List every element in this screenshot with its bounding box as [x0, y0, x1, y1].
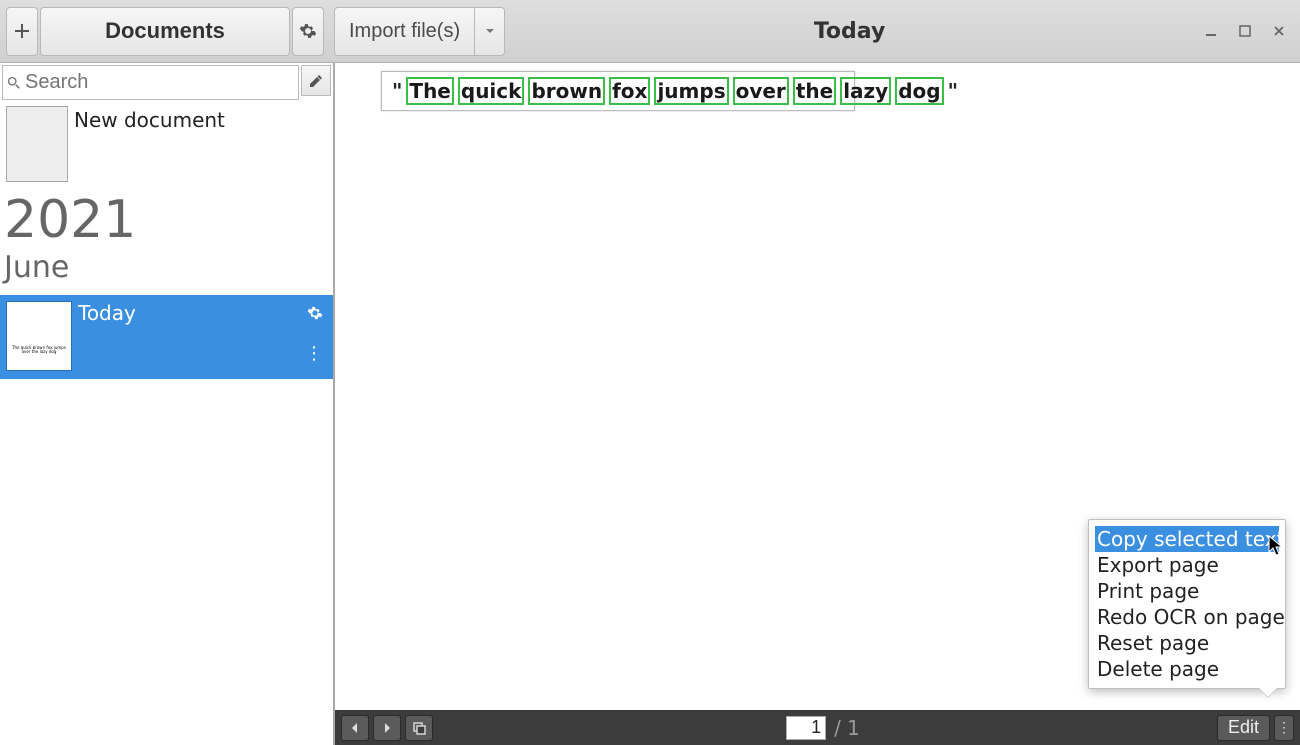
context-menu-item[interactable]: Print page — [1095, 578, 1279, 604]
document-thumb-text: The quick brown fox jumps over the lazy … — [7, 346, 71, 354]
duplicate-page-button[interactable] — [405, 715, 433, 741]
titlebar: Documents Import file(s) Today — [0, 0, 1300, 63]
page-more-button[interactable]: ⋮ — [1274, 715, 1294, 741]
document-thumb: The quick brown fox jumps over the lazy … — [6, 301, 72, 371]
quote-close: " — [948, 79, 958, 103]
import-files-button[interactable]: Import file(s) — [334, 7, 475, 56]
ocr-word[interactable]: quick — [458, 77, 525, 105]
ocr-word[interactable]: jumps — [654, 77, 728, 105]
new-document-button[interactable] — [6, 7, 38, 56]
window-title: Today — [505, 19, 1194, 44]
documents-settings-button[interactable] — [292, 7, 324, 56]
kebab-icon: ⋮ — [1277, 719, 1291, 736]
document-settings-button[interactable] — [307, 305, 323, 321]
window-title-text: Today — [814, 19, 885, 44]
new-document-thumb — [6, 106, 68, 182]
prev-page-button[interactable] — [341, 715, 369, 741]
maximize-icon — [1239, 25, 1251, 37]
sidebar-year: 2021 — [0, 182, 333, 250]
arrow-right-icon — [381, 722, 393, 734]
chevron-down-icon — [484, 25, 496, 37]
edit-label: Edit — [1228, 717, 1259, 738]
search-input[interactable] — [25, 71, 298, 94]
ocr-word[interactable]: The — [406, 77, 453, 105]
main-viewer: "Thequickbrownfoxjumpsoverthelazydog" Co… — [335, 63, 1300, 745]
sidebar: New document 2021 June The quick brown f… — [0, 63, 335, 745]
window-close-button[interactable] — [1262, 14, 1296, 48]
ocr-word[interactable]: over — [733, 77, 789, 105]
ocr-word[interactable]: lazy — [840, 77, 891, 105]
import-label: Import file(s) — [349, 20, 460, 43]
context-menu-item[interactable]: Redo OCR on page — [1095, 604, 1279, 630]
next-page-button[interactable] — [373, 715, 401, 741]
ocr-word[interactable]: brown — [528, 77, 605, 105]
documents-label: Documents — [105, 18, 225, 44]
documents-tab[interactable]: Documents — [40, 7, 290, 56]
scanned-page[interactable]: "Thequickbrownfoxjumpsoverthelazydog" — [381, 71, 855, 111]
search-icon — [3, 76, 25, 90]
search-row — [2, 65, 299, 100]
new-document-label: New document — [74, 106, 225, 132]
context-menu-item[interactable]: Copy selected text — [1095, 526, 1279, 552]
ocr-text-line[interactable]: "Thequickbrownfoxjumpsoverthelazydog" — [392, 77, 958, 105]
current-page-input[interactable] — [786, 716, 826, 740]
window-maximize-button[interactable] — [1228, 14, 1262, 48]
content-area: New document 2021 June The quick brown f… — [0, 63, 1300, 745]
gear-icon — [307, 305, 323, 321]
plus-icon — [14, 23, 30, 39]
context-menu-item[interactable]: Reset page — [1095, 630, 1279, 656]
edit-button[interactable]: Edit — [1217, 715, 1270, 741]
document-item-today[interactable]: The quick brown fox jumps over the lazy … — [0, 295, 333, 379]
gear-icon — [299, 22, 317, 40]
import-files-dropdown[interactable] — [475, 7, 505, 56]
copy-icon — [412, 721, 426, 735]
quote-open: " — [392, 79, 402, 103]
ocr-word[interactable]: dog — [895, 77, 943, 105]
close-icon — [1273, 25, 1285, 37]
minimize-icon — [1205, 25, 1217, 37]
new-document-item[interactable]: New document — [0, 102, 333, 182]
document-title: Today — [72, 301, 136, 325]
window-minimize-button[interactable] — [1194, 14, 1228, 48]
sidebar-month: June — [0, 250, 333, 295]
ocr-word[interactable]: the — [793, 77, 836, 105]
context-menu-item[interactable]: Delete page — [1095, 656, 1279, 682]
compose-icon — [308, 73, 324, 89]
context-menu-tail — [1259, 688, 1277, 697]
bottom-bar: / 1 Edit ⋮ — [335, 710, 1300, 745]
arrow-left-icon — [349, 722, 361, 734]
page-context-menu: Copy selected textExport pagePrint pageR… — [1088, 519, 1286, 689]
context-menu-item[interactable]: Export page — [1095, 552, 1279, 578]
kebab-icon: ⋮ — [305, 343, 323, 364]
total-pages-label: / 1 — [830, 716, 864, 740]
document-more-button[interactable]: ⋮ — [305, 343, 323, 364]
ocr-word[interactable]: fox — [609, 77, 650, 105]
compose-button[interactable] — [301, 65, 331, 96]
